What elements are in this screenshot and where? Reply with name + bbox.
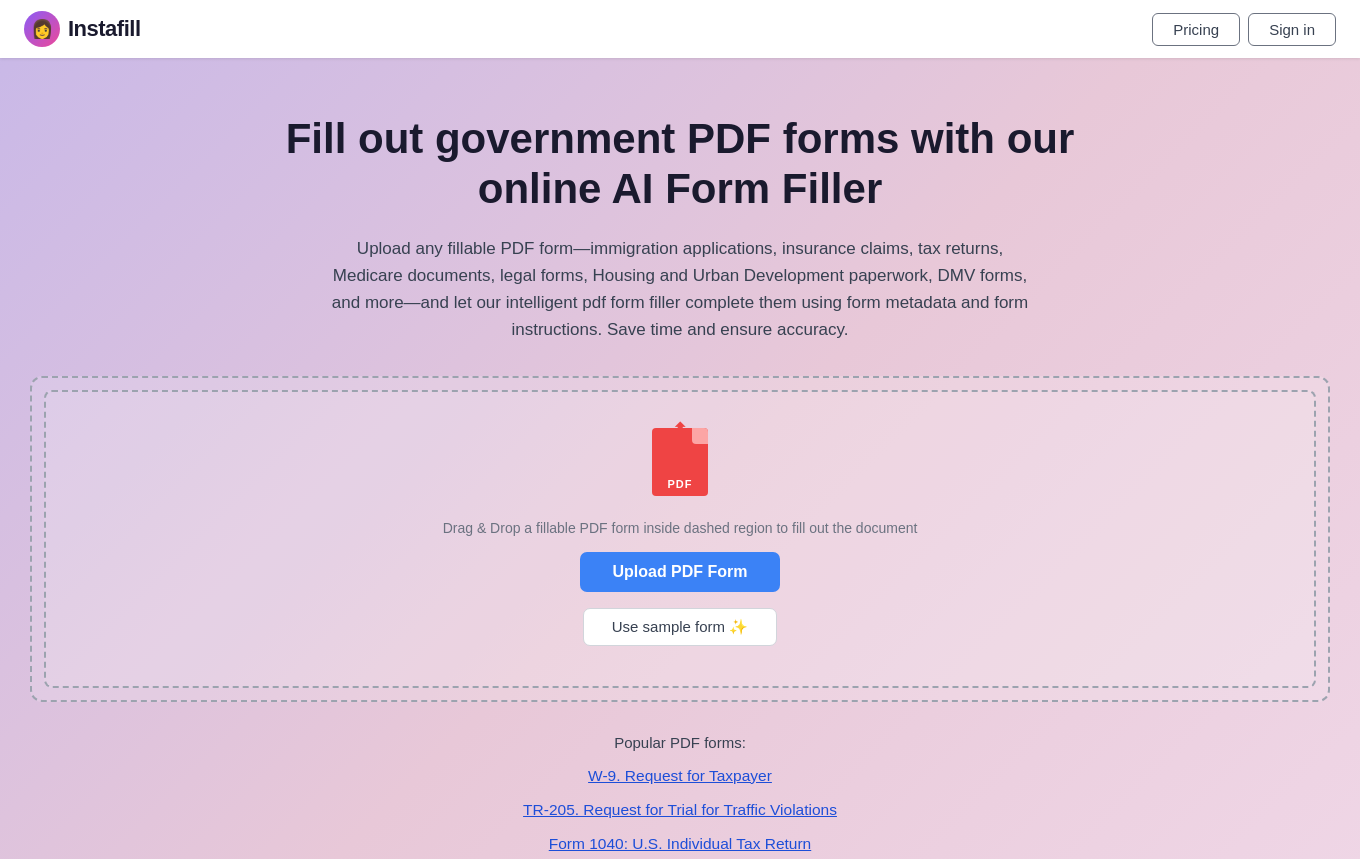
logo[interactable]: 👩 Instafill	[24, 11, 141, 47]
sample-form-button[interactable]: Use sample form ✨	[583, 608, 778, 646]
logo-text: Instafill	[68, 16, 141, 42]
pricing-button[interactable]: Pricing	[1152, 13, 1240, 46]
popular-forms-section: Popular PDF forms: W-9. Request for Taxp…	[24, 734, 1336, 859]
signin-button[interactable]: Sign in	[1248, 13, 1336, 46]
popular-forms-label: Popular PDF forms:	[614, 734, 746, 751]
drop-zone-inner[interactable]: ⬆ PDF Drag & Drop a fillable PDF form in…	[44, 390, 1316, 688]
popular-form-link-3[interactable]: Form 1040: U.S. Individual Tax Return	[549, 835, 811, 853]
main-content: Fill out government PDF forms with our o…	[0, 58, 1360, 859]
hero-title: Fill out government PDF forms with our o…	[230, 114, 1130, 215]
upload-button[interactable]: Upload PDF Form	[580, 552, 779, 592]
nav-actions: Pricing Sign in	[1152, 13, 1336, 46]
pdf-upload-icon: ⬆ PDF	[648, 428, 712, 504]
drop-instruction: Drag & Drop a fillable PDF form inside d…	[443, 520, 918, 536]
navbar: 👩 Instafill Pricing Sign in	[0, 0, 1360, 58]
popular-form-link-1[interactable]: W-9. Request for Taxpayer	[588, 767, 772, 785]
drop-zone-outer[interactable]: ⬆ PDF Drag & Drop a fillable PDF form in…	[30, 376, 1330, 702]
popular-form-link-2[interactable]: TR-205. Request for Trial for Traffic Vi…	[523, 801, 837, 819]
hero-subtitle: Upload any fillable PDF form—immigration…	[320, 235, 1040, 344]
pdf-icon-body: PDF	[652, 428, 708, 496]
logo-avatar: 👩	[24, 11, 60, 47]
pdf-icon-label: PDF	[668, 478, 693, 490]
